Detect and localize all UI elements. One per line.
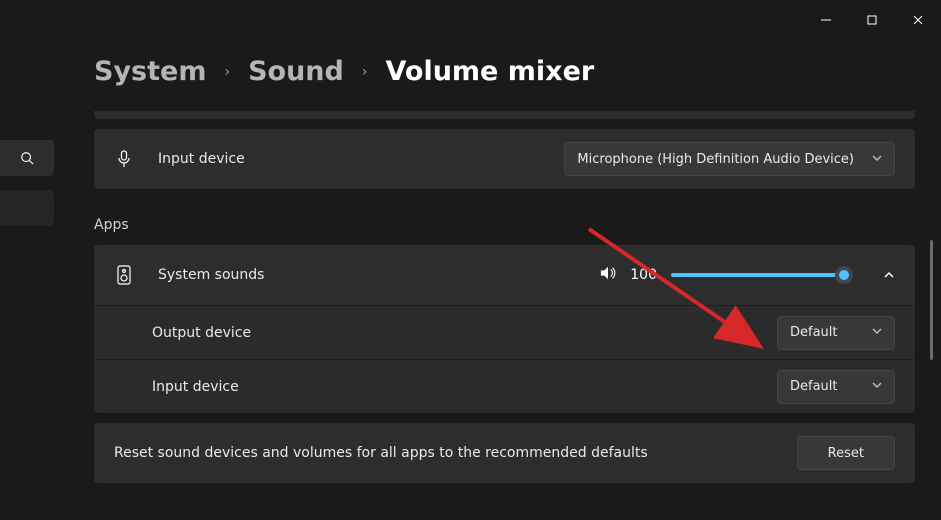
chevron-right-icon: › [362,64,368,80]
system-sounds-output-row: Output device Default [94,305,915,359]
output-device-label: Output device [152,325,251,341]
volume-slider[interactable] [671,265,851,285]
sub-input-device-dropdown[interactable]: Default [777,370,895,404]
reset-button[interactable]: Reset [797,436,895,470]
slider-thumb[interactable] [835,266,853,284]
apps-section-title: Apps [94,217,915,233]
volume-value: 100 [630,267,657,283]
input-device-row[interactable]: Input device Microphone (High Definition… [94,129,915,189]
sub-input-device-label: Input device [152,379,239,395]
speaker-device-icon [114,265,134,285]
reset-description: Reset sound devices and volumes for all … [114,445,648,461]
chevron-down-icon [872,325,882,340]
output-device-dropdown[interactable]: Default [777,316,895,350]
system-sounds-input-row: Input device Default [94,359,915,413]
chevron-down-icon [872,152,882,167]
close-button[interactable] [895,8,941,32]
window-titlebar [0,0,941,34]
minimize-button[interactable] [803,8,849,32]
search-button[interactable] [0,140,54,176]
scrollbar-thumb[interactable] [930,240,933,360]
breadcrumb-sound[interactable]: Sound [248,56,344,87]
microphone-icon [114,150,134,168]
chevron-down-icon [872,379,882,394]
breadcrumb-system[interactable]: System [94,56,206,87]
partial-row-top [94,111,915,119]
maximize-button[interactable] [849,8,895,32]
nav-sidebar [0,140,54,226]
reset-row: Reset sound devices and volumes for all … [94,423,915,483]
breadcrumb-current: Volume mixer [385,56,594,87]
system-sounds-label: System sounds [158,267,264,283]
volume-icon[interactable] [600,265,616,285]
chevron-right-icon: › [224,64,230,80]
output-device-value: Default [790,325,838,340]
input-device-value: Microphone (High Definition Audio Device… [577,152,854,167]
breadcrumb: System › Sound › Volume mixer [94,56,915,87]
sub-input-device-value: Default [790,379,838,394]
system-sounds-row[interactable]: System sounds 100 [94,245,915,305]
sidebar-item[interactable] [0,190,54,226]
input-device-dropdown[interactable]: Microphone (High Definition Audio Device… [564,142,895,176]
input-device-label: Input device [158,151,245,167]
chevron-up-icon[interactable] [883,266,895,285]
